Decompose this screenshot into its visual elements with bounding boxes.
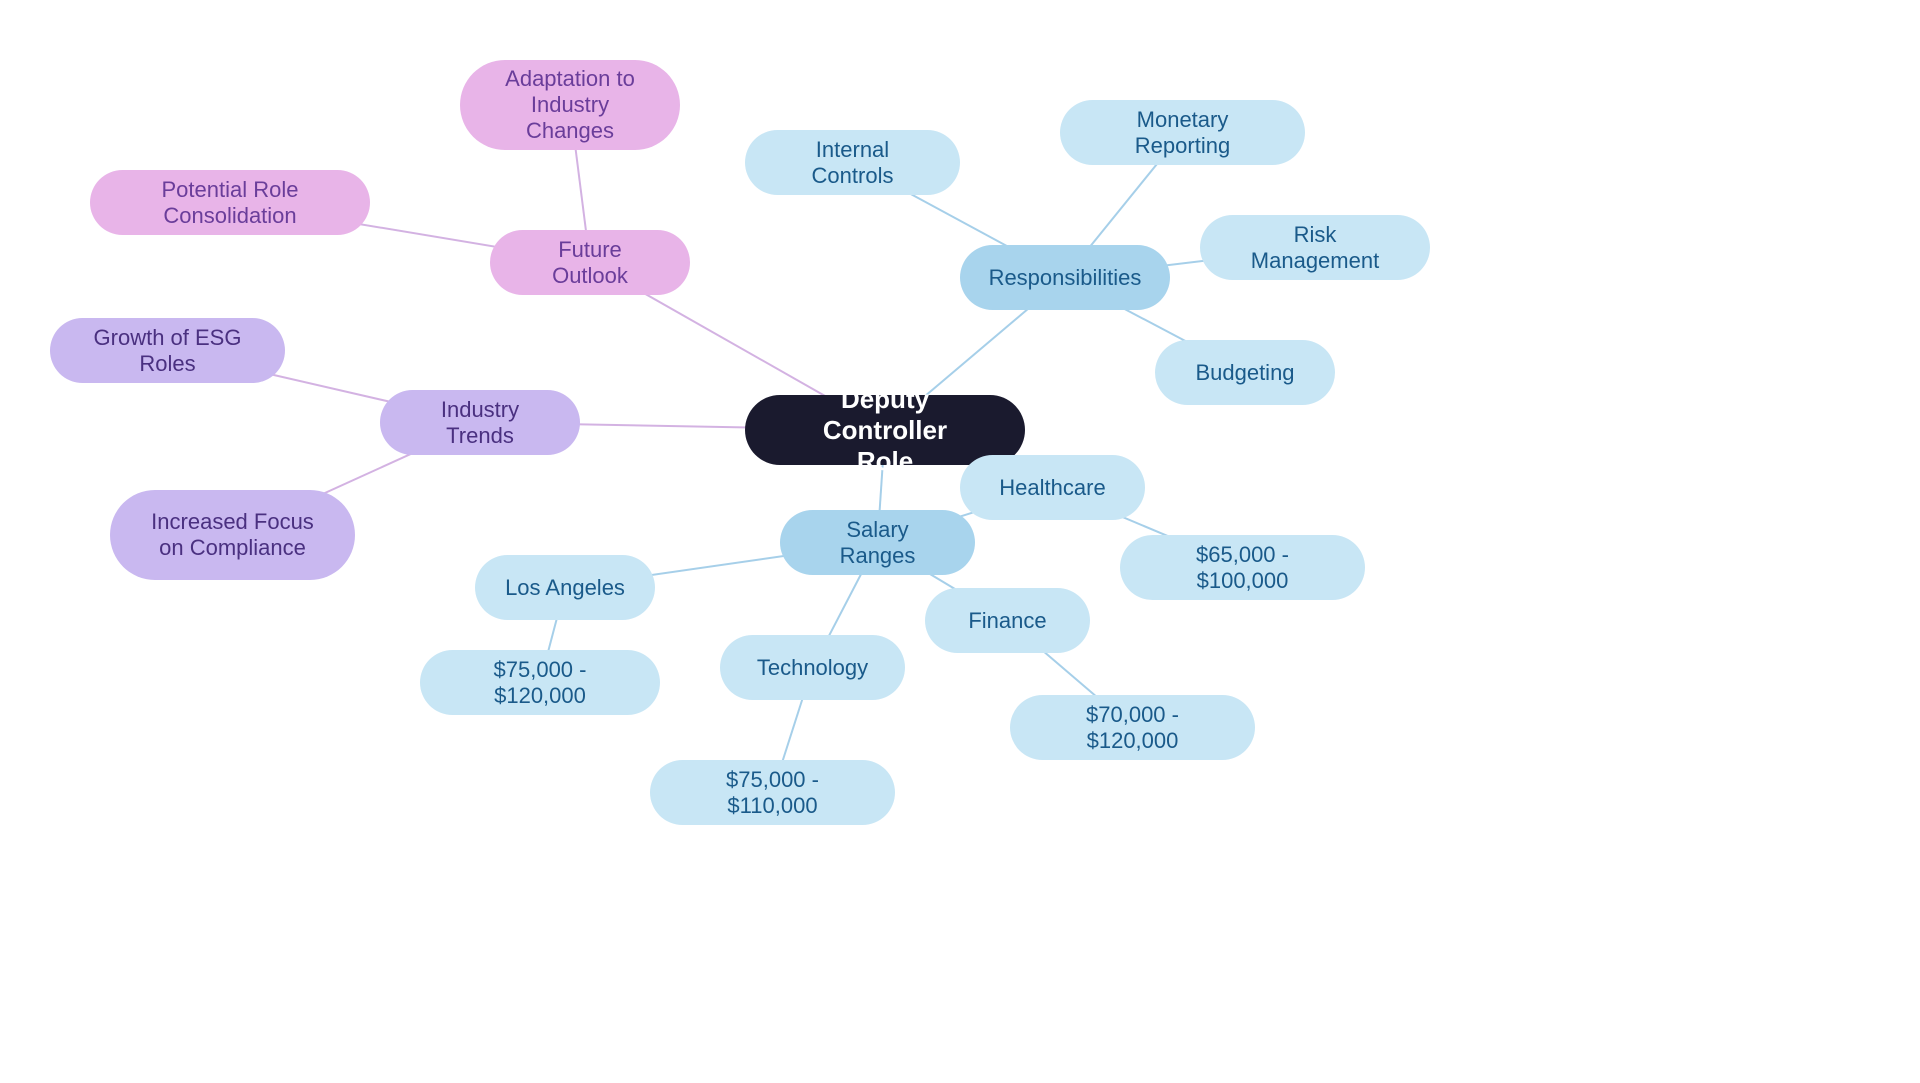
responsibilities-node: Responsibilities [960, 245, 1170, 310]
tech-salary-node: $75,000 - $110,000 [650, 760, 895, 825]
risk-management-node: Risk Management [1200, 215, 1430, 280]
finance-node: Finance [925, 588, 1090, 653]
la-salary-node: $75,000 - $120,000 [420, 650, 660, 715]
salary-ranges-node: Salary Ranges [780, 510, 975, 575]
technology-node: Technology [720, 635, 905, 700]
monetary-reporting-node: Monetary Reporting [1060, 100, 1305, 165]
center-node: Deputy Controller Role [745, 395, 1025, 465]
internal-controls-node: Internal Controls [745, 130, 960, 195]
adaptation-node: Adaptation to Industry Changes [460, 60, 680, 150]
growth-esg-node: Growth of ESG Roles [50, 318, 285, 383]
healthcare-node: Healthcare [960, 455, 1145, 520]
los-angeles-node: Los Angeles [475, 555, 655, 620]
potential-role-node: Potential Role Consolidation [90, 170, 370, 235]
finance-salary-node: $70,000 - $120,000 [1010, 695, 1255, 760]
increased-focus-node: Increased Focus on Compliance [110, 490, 355, 580]
budgeting-node: Budgeting [1155, 340, 1335, 405]
healthcare-salary-node: $65,000 - $100,000 [1120, 535, 1365, 600]
future-outlook-node: Future Outlook [490, 230, 690, 295]
industry-trends-node: Industry Trends [380, 390, 580, 455]
